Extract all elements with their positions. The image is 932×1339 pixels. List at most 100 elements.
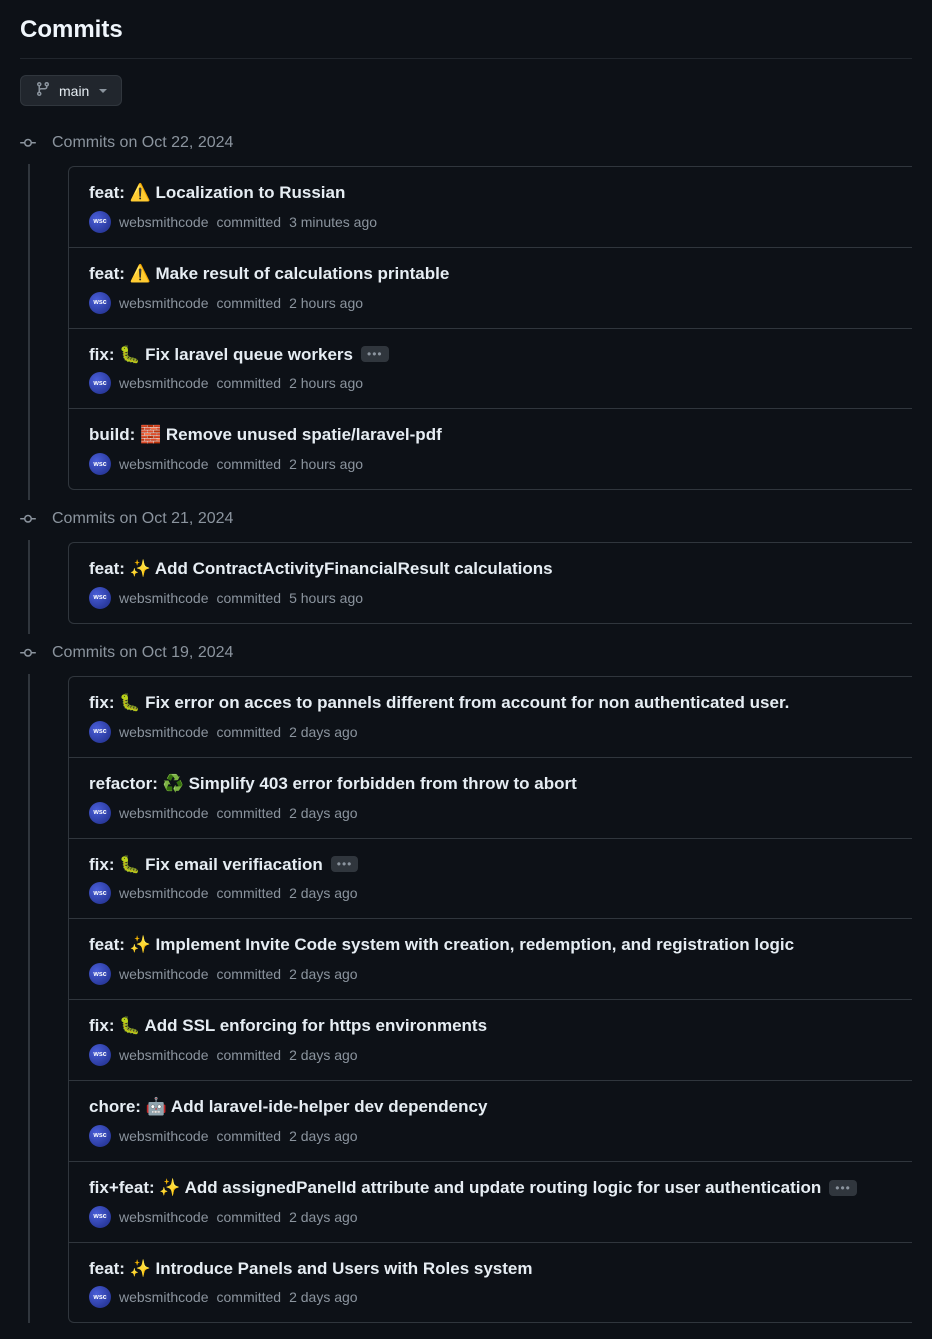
author-link[interactable]: websmithcode [119,1128,209,1144]
commit-title-link[interactable]: feat: ⚠️ Make result of calculations pri… [89,262,449,286]
commit-item: fix: 🐛 Fix error on acces to pannels dif… [69,677,912,758]
author-avatar[interactable]: wsc [89,882,111,904]
author-link[interactable]: websmithcode [119,885,209,901]
commits-list: feat: ⚠️ Localization to Russian wsc websm… [68,166,912,490]
author-avatar[interactable]: wsc [89,963,111,985]
author-avatar[interactable]: wsc [89,1044,111,1066]
author-link[interactable]: websmithcode [119,456,209,472]
commit-meta: wsc websmithcode committed 2 hours ago [89,372,892,394]
commit-time: 2 days ago [289,1128,358,1144]
author-avatar[interactable]: wsc [89,453,111,475]
commit-meta: wsc websmithcode committed 2 hours ago [89,453,892,475]
author-link[interactable]: websmithcode [119,1047,209,1063]
commit-time: 2 days ago [289,885,358,901]
author-link[interactable]: websmithcode [119,295,209,311]
commit-title-link[interactable]: fix: 🐛 Fix email verifiacation [89,853,323,877]
commit-item: build: 🧱 Remove unused spatie/laravel-pd… [69,409,912,489]
commit-title-link[interactable]: feat: ✨ Implement Invite Code system wit… [89,933,794,957]
author-link[interactable]: websmithcode [119,1289,209,1305]
author-avatar[interactable]: wsc [89,721,111,743]
commit-title-link[interactable]: feat: ✨ Add ContractActivityFinancialRes… [89,557,553,581]
committed-text: committed [217,885,282,901]
committed-text: committed [217,214,282,230]
commit-title-link[interactable]: feat: ⚠️ Localization to Russian [89,181,345,205]
commit-node-icon [20,511,36,527]
commit-time: 2 days ago [289,1047,358,1063]
commit-time: 2 days ago [289,805,358,821]
committed-text: committed [217,295,282,311]
commit-time: 2 days ago [289,724,358,740]
commit-time: 2 hours ago [289,375,363,391]
committed-text: committed [217,1289,282,1305]
author-link[interactable]: websmithcode [119,805,209,821]
author-avatar[interactable]: wsc [89,1206,111,1228]
date-header: Commits on Oct 21, 2024 [20,506,912,532]
commit-title-link[interactable]: fix: 🐛 Fix error on acces to pannels dif… [89,691,789,715]
author-link[interactable]: websmithcode [119,375,209,391]
commit-meta: wsc websmithcode committed 5 hours ago [89,587,892,609]
author-link[interactable]: websmithcode [119,590,209,606]
committed-text: committed [217,966,282,982]
commit-meta: wsc websmithcode committed 3 minutes ago [89,211,892,233]
commit-title-link[interactable]: build: 🧱 Remove unused spatie/laravel-pd… [89,423,442,447]
commit-meta: wsc websmithcode committed 2 days ago [89,721,892,743]
commit-time: 2 hours ago [289,456,363,472]
author-avatar[interactable]: wsc [89,211,111,233]
commit-title-link[interactable]: fix+feat: ✨ Add assignedPanelId attribut… [89,1176,821,1200]
author-avatar[interactable]: wsc [89,292,111,314]
branch-name: main [59,83,89,99]
committed-text: committed [217,590,282,606]
commit-title-link[interactable]: refactor: ♻️ Simplify 403 error forbidde… [89,772,577,796]
commit-meta: wsc websmithcode committed 2 days ago [89,882,892,904]
author-avatar[interactable]: wsc [89,802,111,824]
commits-list: fix: 🐛 Fix error on acces to pannels dif… [68,676,912,1323]
author-link[interactable]: websmithcode [119,966,209,982]
commit-title-link[interactable]: chore: 🤖 Add laravel-ide-helper dev depe… [89,1095,487,1119]
branch-selector[interactable]: main [20,75,122,106]
commit-item: fix: 🐛 Fix laravel queue workers ••• wscwe… [69,329,912,410]
commit-item: feat: ✨ Add ContractActivityFinancialRes… [69,543,912,623]
expand-message-button[interactable]: ••• [829,1180,857,1196]
committed-text: committed [217,1209,282,1225]
commit-time: 5 hours ago [289,590,363,606]
date-group: Commits on Oct 19, 2024fix: 🐛 Fix error … [36,640,912,1323]
author-avatar[interactable]: wsc [89,1125,111,1147]
committed-text: committed [217,1128,282,1144]
commit-node-icon [20,645,36,661]
author-avatar[interactable]: wsc [89,372,111,394]
commit-item: feat: ✨ Implement Invite Code system wit… [69,919,912,1000]
commit-item: fix: 🐛 Add SSL enforcing for https envir… [69,1000,912,1081]
author-link[interactable]: websmithcode [119,1209,209,1225]
commits-timeline: Commits on Oct 22, 2024feat: ⚠️ Localiza… [36,130,912,1323]
committed-text: committed [217,375,282,391]
committed-text: committed [217,456,282,472]
author-avatar[interactable]: wsc [89,1286,111,1308]
commit-meta: wscwebsmithcodecommitted2 days ago [89,1286,892,1308]
commit-meta: wsc websmithcode committed 2 days ago [89,1044,892,1066]
commit-item: fix+feat: ✨ Add assignedPanelId attribut… [69,1162,912,1243]
timeline-line [28,674,30,1323]
expand-message-button[interactable]: ••• [361,346,389,362]
author-avatar[interactable]: wsc [89,587,111,609]
commit-item: feat: ⚠️ Localization to Russian wsc websm… [69,167,912,248]
committed-text: committed [217,1047,282,1063]
commit-item: fix: 🐛 Fix email verifiacation ••• wscwebs… [69,839,912,920]
commit-title-link[interactable]: feat: ✨ Introduce Panels and Users with … [89,1257,532,1281]
author-link[interactable]: websmithcode [119,724,209,740]
commit-item: chore: 🤖 Add laravel-ide-helper dev depe… [69,1081,912,1162]
commit-meta: wsc websmithcode committed 2 days ago [89,1125,892,1147]
commit-time: 3 minutes ago [289,214,377,230]
commit-title-link[interactable]: fix: 🐛 Add SSL enforcing for https envir… [89,1014,487,1038]
expand-message-button[interactable]: ••• [331,856,359,872]
date-label: Commits on Oct 21, 2024 [52,510,233,528]
commit-title-link[interactable]: fix: 🐛 Fix laravel queue workers [89,343,353,367]
date-group: Commits on Oct 22, 2024feat: ⚠️ Localiza… [36,130,912,490]
commit-meta: wsc websmithcode committed 2 days ago [89,1206,892,1228]
commit-time: 2 days ago [289,1209,358,1225]
caret-down-icon [99,89,107,93]
commit-item: refactor: ♻️ Simplify 403 error forbidde… [69,758,912,839]
committed-text: committed [217,724,282,740]
author-link[interactable]: websmithcode [119,214,209,230]
timeline-line [28,540,30,634]
commit-item: feat: ⚠️ Make result of calculations pri… [69,248,912,329]
